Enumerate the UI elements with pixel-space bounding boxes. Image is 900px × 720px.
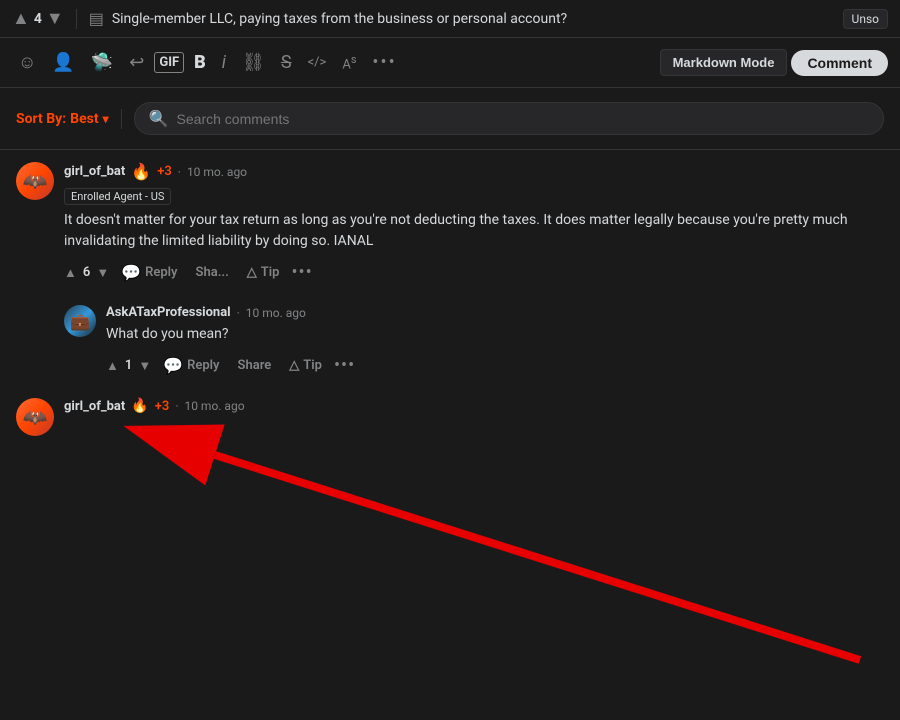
avatar-image: 🦇	[16, 398, 54, 436]
comment-item: 💼 AskATaxProfessional · 10 mo. ago What …	[64, 305, 884, 378]
comment-username[interactable]: AskATaxProfessional	[106, 305, 231, 320]
upvote-icon: ▲	[106, 358, 119, 374]
comment-meta: girl_of_bat 🔥 +3 · 10 mo. ago	[64, 398, 884, 414]
tip-button[interactable]: △ Tip	[283, 355, 328, 376]
avatar: 🦇	[16, 162, 54, 200]
comment-text: What do you mean?	[106, 324, 884, 345]
more-button[interactable]: •••	[334, 355, 355, 376]
more-button[interactable]: •••	[291, 262, 312, 283]
chevron-down-icon: ▾	[103, 112, 109, 126]
downvote-icon: ▼	[138, 358, 151, 374]
comment-time: 10 mo. ago	[187, 165, 247, 179]
bold-button[interactable]: B	[188, 48, 212, 77]
avatar-image: 💼	[64, 305, 96, 337]
reply-button[interactable]: 💬 Reply	[115, 260, 183, 285]
comments-area: 🦇 girl_of_bat 🔥 +3 · 10 mo. ago Enrolled…	[0, 150, 900, 468]
comment-username[interactable]: girl_of_bat	[64, 399, 125, 414]
comment-time-dot: ·	[237, 306, 240, 320]
code-icon[interactable]: </>	[302, 51, 333, 74]
downvote-button[interactable]: ▼	[46, 8, 64, 29]
reply-label: Reply	[187, 358, 219, 373]
unsolved-badge: Unso	[843, 9, 888, 29]
reply-icon: 💬	[163, 356, 183, 375]
sort-by-label: Sort By:	[16, 111, 66, 127]
superscript-icon[interactable]: As	[336, 49, 362, 76]
tip-label: Tip	[303, 358, 322, 373]
sort-search-divider	[121, 109, 122, 129]
search-box[interactable]: 🔍	[134, 102, 884, 135]
comment-item: 🦇 girl_of_bat 🔥 +3 · 10 mo. ago Enrolled…	[16, 162, 884, 285]
emoji-icon[interactable]: ☺	[12, 48, 42, 77]
comment-actions: ▲ 1 ▼ 💬 Reply Share △ Tip	[106, 353, 884, 378]
undo-icon[interactable]: ↩	[123, 48, 150, 77]
post-title: Single-member LLC, paying taxes from the…	[112, 11, 835, 27]
flame-icon: 🔥	[131, 162, 151, 181]
comment-meta: AskATaxProfessional · 10 mo. ago	[106, 305, 884, 320]
comment-button[interactable]: Comment	[791, 50, 888, 76]
search-icon: 🔍	[149, 109, 169, 128]
downvote-action[interactable]: ▼	[138, 358, 151, 374]
comment-body: girl_of_bat 🔥 +3 · 10 mo. ago	[64, 398, 884, 436]
time-ago: ·	[178, 165, 181, 179]
karma-badge: +3	[157, 164, 172, 179]
markdown-mode-button[interactable]: Markdown Mode	[660, 49, 788, 76]
share-label: Sha...	[196, 265, 229, 280]
upvote-action[interactable]: ▲	[64, 265, 77, 281]
comment-vote-count: 1	[125, 358, 132, 373]
more-options-icon[interactable]: •••	[366, 48, 402, 77]
reddit-icon[interactable]: 👤	[46, 48, 80, 77]
vertical-divider	[76, 9, 77, 29]
flame-icon: 🔥	[131, 398, 148, 414]
tip-label: Tip	[261, 265, 280, 280]
strikethrough-icon[interactable]: S	[275, 48, 298, 77]
comment-body: AskATaxProfessional · 10 mo. ago What do…	[106, 305, 884, 378]
tip-button[interactable]: △ Tip	[241, 262, 286, 283]
gif-button[interactable]: GIF	[154, 52, 184, 73]
comment-username[interactable]: girl_of_bat	[64, 164, 125, 179]
comment-body: girl_of_bat 🔥 +3 · 10 mo. ago Enrolled A…	[64, 162, 884, 285]
upvote-button[interactable]: ▲	[12, 8, 30, 29]
downvote-action[interactable]: ▼	[96, 265, 109, 281]
header-bar: ▲ 4 ▼ ▤ Single-member LLC, paying taxes …	[0, 0, 900, 38]
avatar: 💼	[64, 305, 96, 337]
upvote-action[interactable]: ▲	[106, 358, 119, 374]
sort-by-button[interactable]: Sort By: Best ▾	[16, 111, 109, 127]
sort-search-bar: Sort By: Best ▾ 🔍	[0, 88, 900, 150]
flair-badge: Enrolled Agent - US	[64, 188, 171, 205]
sort-by-value: Best	[70, 111, 98, 127]
vote-section: ▲ 4 ▼	[12, 8, 64, 29]
alien-icon[interactable]: 🛸	[85, 48, 119, 77]
reply-icon: 💬	[121, 263, 141, 282]
post-type-icon: ▤	[89, 9, 104, 28]
reply-button[interactable]: 💬 Reply	[157, 353, 225, 378]
karma-badge: +3	[155, 399, 170, 414]
comment-vote-count: 6	[83, 265, 90, 280]
editor-toolbar: ☺ 👤 🛸 ↩ GIF B i ⛓ S </> As ••• Markdown …	[0, 38, 900, 88]
comment-actions: ▲ 6 ▼ 💬 Reply Sha... △ Tip •••	[64, 260, 884, 285]
share-button[interactable]: Share	[232, 355, 278, 376]
comment-text: It doesn't matter for your tax return as…	[64, 210, 884, 252]
downvote-icon: ▼	[96, 265, 109, 281]
tip-icon: △	[289, 358, 299, 373]
italic-button[interactable]: i	[216, 48, 232, 77]
upvote-icon: ▲	[64, 265, 77, 281]
comment-meta: girl_of_bat 🔥 +3 · 10 mo. ago	[64, 162, 884, 181]
share-button[interactable]: Sha...	[190, 262, 235, 283]
avatar-image: 🦇	[16, 162, 54, 200]
comment-time: 10 mo. ago	[184, 399, 244, 413]
time-dot: ·	[175, 399, 178, 413]
share-label: Share	[238, 358, 272, 373]
reply-label: Reply	[145, 265, 177, 280]
link-icon[interactable]: ⛓	[236, 48, 271, 77]
comment-item: 🦇 girl_of_bat 🔥 +3 · 10 mo. ago	[16, 398, 884, 436]
tip-icon: △	[247, 265, 257, 280]
vote-count: 4	[34, 11, 42, 27]
search-input[interactable]	[177, 111, 869, 127]
sub-comment: 💼 AskATaxProfessional · 10 mo. ago What …	[64, 305, 884, 378]
avatar: 🦇	[16, 398, 54, 436]
comment-time: 10 mo. ago	[246, 306, 306, 320]
